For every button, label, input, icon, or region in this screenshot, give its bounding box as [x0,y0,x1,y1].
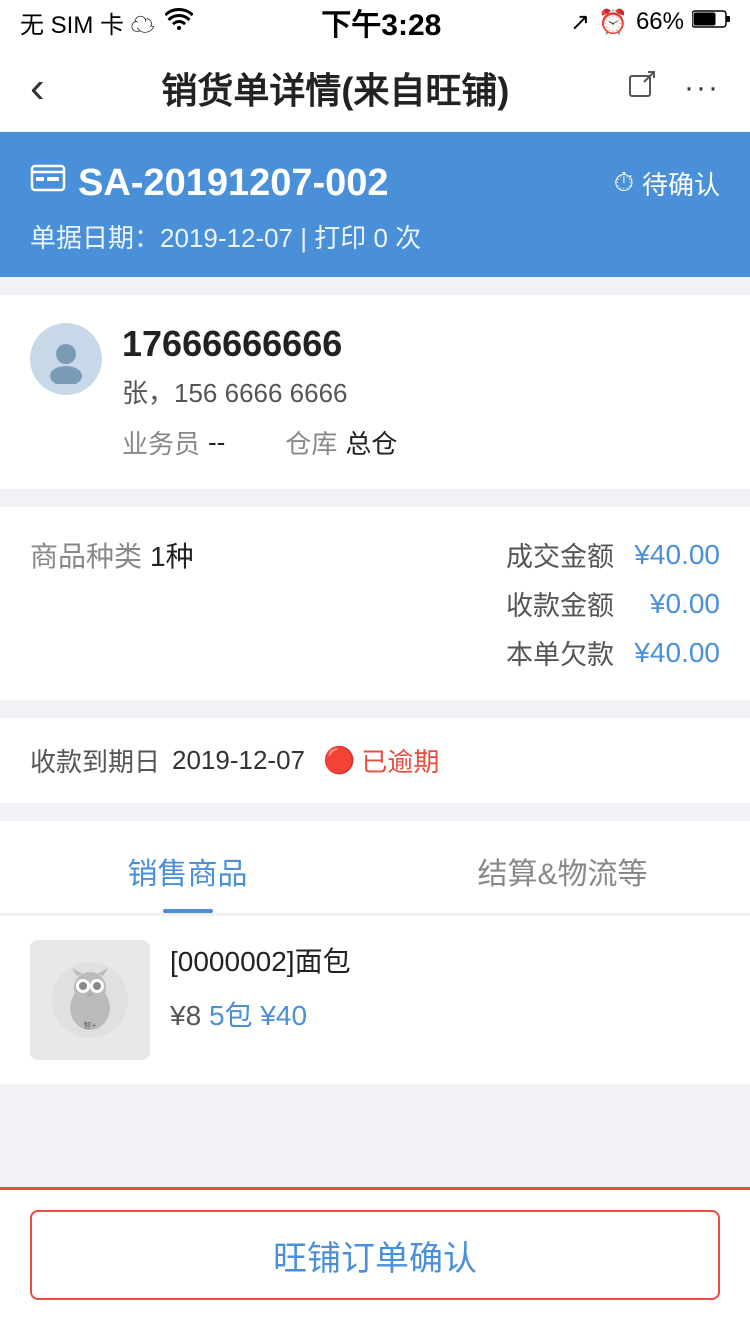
product-thumbnail: 智+ [30,940,150,1060]
product-kind-label: 商品种类 [30,535,142,575]
amounts-section: 商品种类 1种 成交金额 ¥40.00 收款金额 ¥0.00 本单欠款 ¥40.… [0,507,750,700]
sales-label: 业务员 [122,424,200,461]
customer-section: 17666666666 张，156 6666 6666 业务员 -- 仓库 总仓 [0,295,750,489]
tabs-row: 销售商品 结算&物流等 [0,821,750,913]
product-kind: 商品种类 1种 [30,535,194,575]
order-date-info: 单据日期：2019-12-07 | 打印 0 次 [30,218,720,255]
amount-value-0: ¥40.00 [630,539,720,571]
amount-row-1: 收款金额 ¥0.00 [506,584,720,623]
confirm-order-button[interactable]: 旺铺订单确认 [30,1210,720,1300]
amount-value-1: ¥0.00 [630,588,720,620]
amounts-right: 成交金额 ¥40.00 收款金额 ¥0.00 本单欠款 ¥40.00 [506,535,720,672]
svg-text:智+: 智+ [84,1020,97,1030]
back-button[interactable]: ‹ [30,63,45,113]
status-left: 无 SIM 卡 ☁ [20,5,193,40]
order-header-card: SA-20191207-002 ⏱ 待确认 单据日期：2019-12-07 | … [0,132,750,277]
customer-details: 17666666666 张，156 6666 6666 业务员 -- 仓库 总仓 [122,323,720,461]
sales-value: -- [208,427,225,458]
nav-actions: ··· [626,66,720,109]
clock-icon: ⏱ [614,167,634,199]
battery-label: 66% [636,8,684,36]
overdue-icon: 🔴 [323,745,355,776]
amount-label-1: 收款金额 [506,584,614,623]
amount-value-2: ¥40.00 [630,637,720,669]
alarm-icon: ⏰ [598,8,628,37]
due-date-value: 2019-12-07 [172,745,305,776]
product-kind-value: 1种 [150,535,194,575]
price-value: ¥8 [170,1000,201,1031]
customer-meta: 业务员 -- 仓库 总仓 [122,424,720,461]
battery-icon [692,8,730,36]
customer-name: 张，156 6666 6666 [122,373,720,410]
export-button[interactable] [626,66,660,109]
order-header-top: SA-20191207-002 ⏱ 待确认 [30,160,720,206]
product-section: 智+ [0000002]面包 ¥8 5包 ¥40 [0,916,750,1084]
amount-label-2: 本单欠款 [506,633,614,672]
customer-phone: 17666666666 [122,323,720,365]
overdue-badge: 🔴 已逾期 [323,742,439,779]
warehouse-meta: 仓库 总仓 [285,424,397,461]
order-icon [30,160,66,206]
warehouse-label: 仓库 [285,424,337,461]
order-id: SA-20191207-002 [30,160,389,206]
bottom-bar: 旺铺订单确认 [0,1187,750,1334]
price-qty: 5包 [209,1000,253,1031]
tab-settlement[interactable]: 结算&物流等 [375,821,750,913]
customer-info-row: 17666666666 张，156 6666 6666 业务员 -- 仓库 总仓 [30,323,720,461]
avatar [30,323,102,395]
tabs-container: 销售商品 结算&物流等 [0,821,750,914]
price-total: ¥40 [260,1000,307,1031]
wifi-icon [165,8,193,37]
product-item-0: 智+ [0000002]面包 ¥8 5包 ¥40 [30,940,720,1060]
amount-row-2: 本单欠款 ¥40.00 [506,633,720,672]
status-bar: 无 SIM 卡 ☁ 下午3:28 ↗ ⏰ 66% [0,0,750,44]
more-button[interactable]: ··· [684,71,720,105]
order-status: ⏱ 待确认 [614,165,720,202]
status-time: 下午3:28 [321,0,441,44]
warehouse-value: 总仓 [345,424,397,461]
amount-label-0: 成交金额 [506,535,614,574]
page-title: 销货单详情(来自旺铺) [161,62,509,114]
product-info: [0000002]面包 ¥8 5包 ¥40 [170,940,720,1034]
location-icon: ↗ [570,8,590,37]
tab-sales-products[interactable]: 销售商品 [0,821,375,913]
status-right: ↗ ⏰ 66% [570,8,730,37]
amount-row-0: 成交金额 ¥40.00 [506,535,720,574]
nav-bar: ‹ 销货单详情(来自旺铺) ··· [0,44,750,132]
no-sim-label: 无 SIM 卡 ☁ [20,5,155,40]
due-date-section: 收款到期日 2019-12-07 🔴 已逾期 [0,718,750,803]
product-price: ¥8 5包 ¥40 [170,994,720,1034]
sales-meta: 业务员 -- [122,424,225,461]
due-date-label: 收款到期日 [30,742,160,779]
overdue-text: 已逾期 [361,742,439,779]
product-name: [0000002]面包 [170,940,720,980]
